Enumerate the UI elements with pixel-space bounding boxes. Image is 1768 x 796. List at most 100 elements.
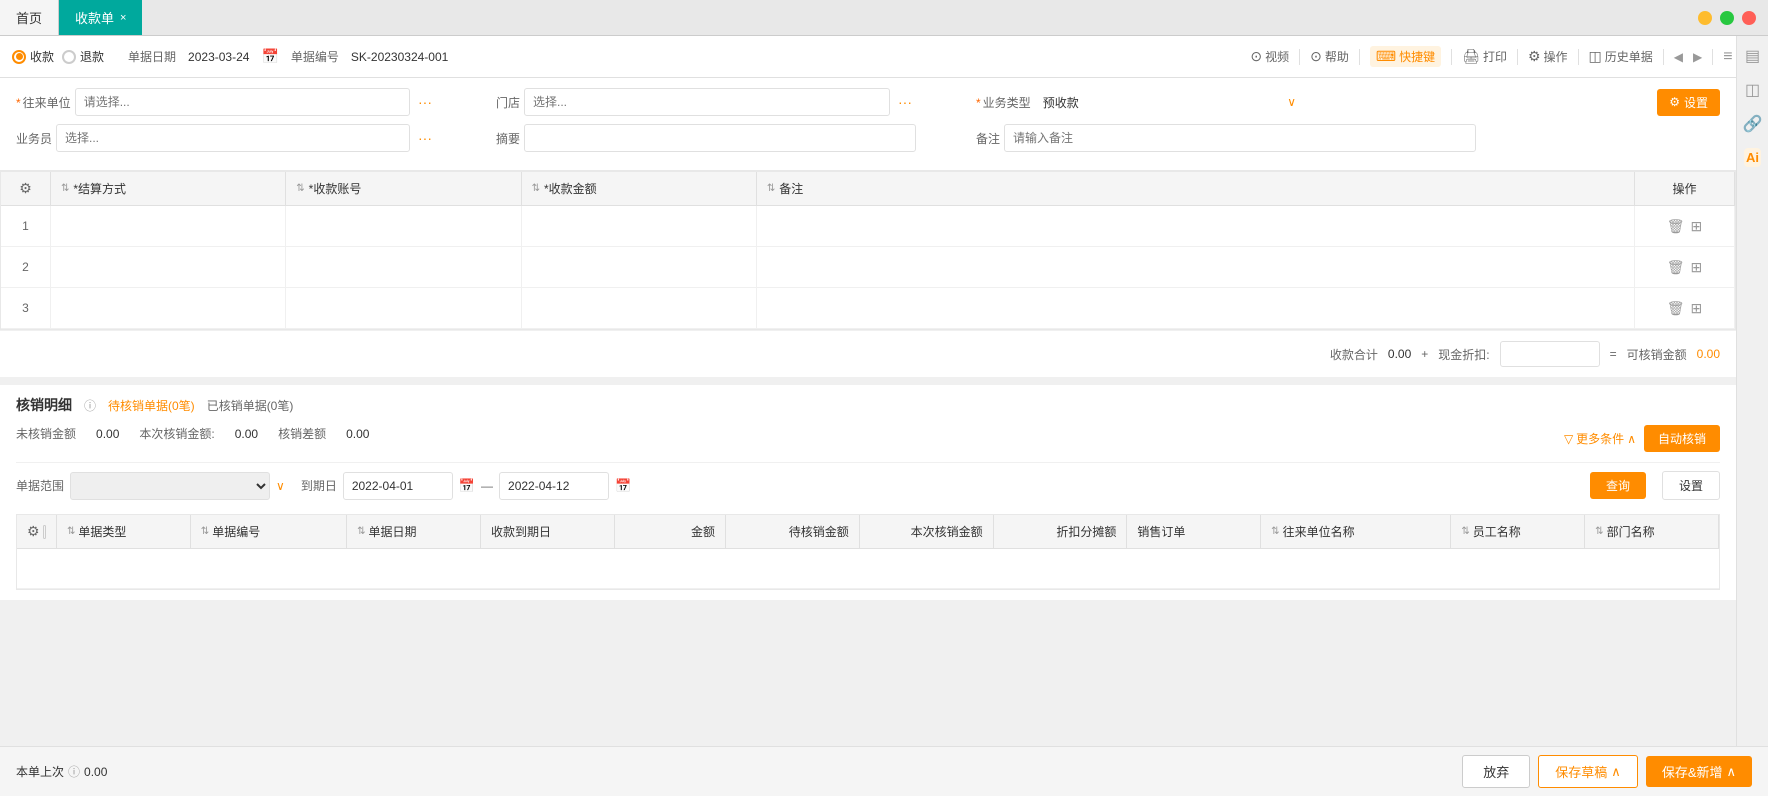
th-note: ⇅ 备注 [757,172,1635,205]
shop-field: 门店 ··· [496,88,916,116]
shortcut-btn[interactable]: ⌨ 快捷键 [1370,46,1441,67]
shop-input[interactable] [524,88,890,116]
help-btn[interactable]: ⊙ 帮助 [1310,48,1349,65]
td-settlement-1[interactable] [51,206,286,246]
summary-label: 摘要 [496,130,520,147]
row-num-3: 3 [22,301,29,315]
video-btn[interactable]: ⊙ 视频 [1250,48,1289,65]
shortcut-label: 快捷键 [1399,48,1435,65]
sidebar-attach-icon[interactable]: 🔗 [1743,114,1763,134]
th-amount: ⇅ *收款金额 [522,172,757,205]
td-note-2[interactable] [757,247,1635,287]
bth-this-label: 本次核销金额 [911,523,983,540]
table-settings-icon[interactable]: ⚙ [19,180,32,197]
delete-icon-2[interactable]: 🗑 [1667,259,1685,276]
biz-type-chevron[interactable]: ∨ [1287,95,1296,109]
bth-discount-label: 折扣分摊额 [1056,523,1116,540]
summary-input[interactable] [524,124,916,152]
save-new-button[interactable]: 保存&新增 ∧ [1646,756,1752,787]
print-btn[interactable]: 🖨 打印 [1462,48,1507,65]
due-date-end[interactable] [499,472,609,500]
refund-radio[interactable]: 退款 [62,48,104,65]
td-amount-1[interactable] [522,206,757,246]
tab-home-label: 首页 [16,8,42,27]
tab-home[interactable]: 首页 [0,0,59,35]
abandon-button[interactable]: 放弃 [1462,755,1530,788]
minimize-button[interactable] [1698,11,1712,25]
delete-icon-3[interactable]: 🗑 [1667,300,1685,317]
range-chevron[interactable]: ∨ [276,479,285,493]
calendar-icon[interactable]: 📅 [261,48,278,65]
calendar-start-icon[interactable]: 📅 [459,478,475,494]
staff-input[interactable] [56,124,410,152]
copy-icon-1[interactable]: ⊞ [1691,218,1703,235]
td-settlement-3[interactable] [51,288,286,328]
th-settlement: ⇅ *结算方式 [51,172,286,205]
shop-label: 门店 [496,94,520,111]
select-all-checkbox[interactable] [43,525,46,539]
note-input[interactable] [1004,124,1476,152]
td-account-3[interactable] [286,288,521,328]
writeoff-pending-tab[interactable]: 待核销单据(0笔) [108,397,195,414]
more-conditions-btn[interactable]: ▽ 更多条件 ∧ [1564,430,1636,447]
maximize-button[interactable] [1720,11,1734,25]
receipt-radio[interactable]: 收款 [12,48,54,65]
total-value: 0.00 [1388,347,1411,361]
sidebar-ai-icon[interactable]: Ai [1744,148,1761,167]
td-amount-3[interactable] [522,288,757,328]
filter-row: 单据范围 ∨ 到期日 📅 — 📅 查询 设置 [16,462,1720,508]
summary-row: 收款合计 0.00 + 现金折扣: = 可核销金额 0.00 [0,330,1736,377]
operation-btn[interactable]: ⚙ 操作 [1528,48,1568,65]
row-num-1: 1 [22,219,29,233]
range-select[interactable] [70,472,270,500]
td-settlement-2[interactable] [51,247,286,287]
writeoff-info-icon[interactable]: ⓘ [84,397,96,414]
partner-label: 往来单位 [16,94,71,111]
td-account-2[interactable] [286,247,521,287]
save-draft-button[interactable]: 保存草稿 ∧ [1538,755,1638,788]
sidebar-table-icon[interactable]: ▤ [1745,46,1760,66]
staff-more-icon[interactable]: ··· [414,130,436,146]
query-button[interactable]: 查询 [1590,472,1646,499]
note-field: 备注 [976,124,1476,152]
biz-type-field: 业务类型 预收款 ∨ [976,94,1296,111]
partner-more-icon[interactable]: ··· [414,94,436,110]
footer-info-icon[interactable]: ⓘ [68,763,80,780]
copy-icon-3[interactable]: ⊞ [1691,300,1703,317]
discount-input[interactable] [1500,341,1600,367]
th-gear[interactable]: ⚙ [1,172,51,205]
tab-close-icon[interactable]: × [120,12,126,24]
history-btn[interactable]: ◫ 历史单据 [1589,48,1653,65]
row-num-2: 2 [22,260,29,274]
filter-icon: ▽ [1564,432,1573,446]
partner-input[interactable] [75,88,410,116]
sort-icon-partner: ⇅ [1271,526,1279,537]
shop-more-icon[interactable]: ··· [894,94,916,110]
bottom-table-settings-icon[interactable]: ⚙ [27,523,40,540]
writeoff-settings-button[interactable]: 设置 [1662,471,1720,500]
td-amount-2[interactable] [522,247,757,287]
tab-active[interactable]: 收款单 × [59,0,142,35]
settings-button[interactable]: ⚙ 设置 [1657,89,1720,116]
td-note-1[interactable] [757,206,1635,246]
th-action: 操作 [1635,172,1735,205]
td-note-3[interactable] [757,288,1635,328]
calendar-end-icon[interactable]: 📅 [615,478,631,494]
writeoff-done-tab[interactable]: 已核销单据(0笔) [207,397,294,414]
due-date-start[interactable] [343,472,453,500]
td-account-1[interactable] [286,206,521,246]
sidebar-window-icon[interactable]: ◫ [1745,80,1760,100]
writeoff-header: 核销明细 ⓘ 待核销单据(0笔) 已核销单据(0笔) [16,395,1720,415]
nav-right-icon[interactable]: ▶ [1693,50,1702,64]
auto-writeoff-button[interactable]: 自动核销 [1644,425,1720,452]
nav-left-icon[interactable]: ◀ [1674,50,1683,64]
delete-icon-1[interactable]: 🗑 [1667,218,1685,235]
list-view-icon[interactable]: ≡ [1723,48,1732,66]
bth-sales-label: 销售订单 [1137,523,1185,540]
biz-type-label: 业务类型 [976,94,1031,111]
close-button[interactable] [1742,11,1756,25]
copy-icon-2[interactable]: ⊞ [1691,259,1703,276]
operation-label: 操作 [1544,48,1568,65]
td-action-1: 🗑 ⊞ [1635,206,1735,246]
bth-checkbox: ⚙ [17,515,57,548]
